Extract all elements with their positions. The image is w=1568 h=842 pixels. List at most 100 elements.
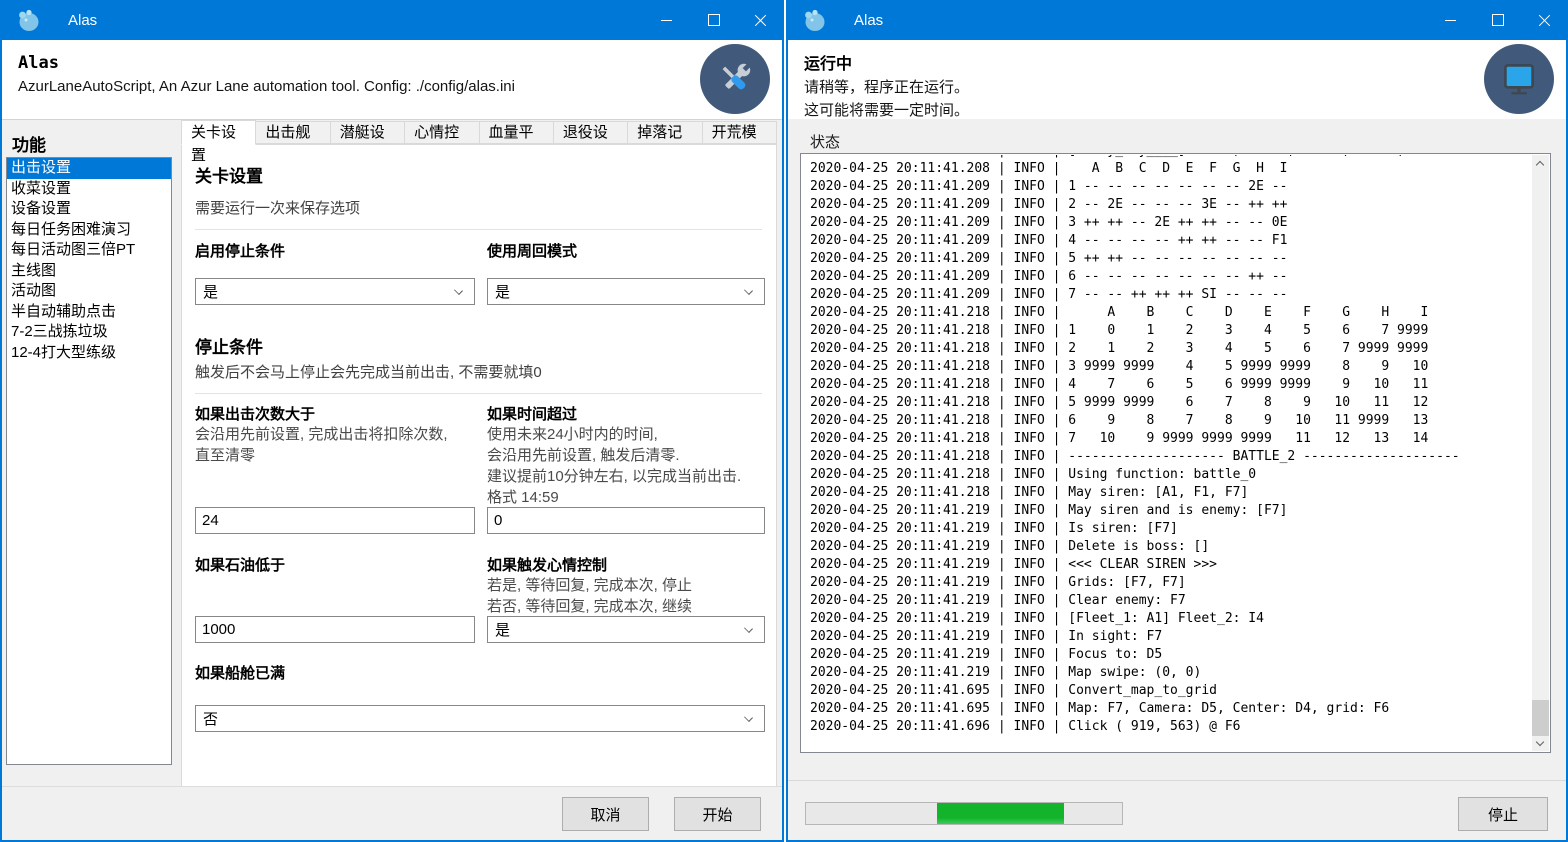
sidebar-item-harvest-settings[interactable]: 收菜设置 — [7, 179, 171, 200]
if-oil-label: 如果石油低于 — [195, 554, 285, 575]
tools-badge — [700, 44, 770, 114]
scroll-up-button[interactable] — [1532, 155, 1549, 172]
tab-drop-record[interactable]: 掉落记录 — [628, 121, 702, 144]
cancel-button[interactable]: 取消 — [562, 797, 649, 831]
if-emotion-value: 是 — [495, 619, 510, 640]
function-listbox: 出击设置 收菜设置 设备设置 每日任务困难演习 每日活动图三倍PT 主线图 活动… — [6, 157, 172, 765]
if-emotion-desc-2: 若否, 等待回复, 完成本次, 继续 — [487, 597, 692, 618]
close-icon — [754, 14, 767, 27]
enable-stop-value: 是 — [203, 281, 218, 302]
tab-stage-settings[interactable]: 关卡设置 — [181, 120, 256, 145]
close-button[interactable] — [737, 0, 784, 40]
maximize-icon — [1492, 14, 1504, 26]
tab-submarine-settings[interactable]: 潜艇设置 — [331, 121, 405, 144]
run-header: 运行中 请稍等，程序正在运行。 这可能将需要一定时间。 — [788, 40, 1566, 120]
minimize-button[interactable] — [1427, 0, 1474, 40]
stop-condition-desc: 触发后不会马上停止会先完成当前出击, 不需要就填0 — [195, 361, 542, 382]
maximize-button[interactable] — [690, 0, 737, 40]
enable-stop-select[interactable]: 是 — [195, 278, 475, 305]
if-time-desc-2: 会沿用先前设置, 触发后清零. — [487, 446, 680, 467]
window-title: Alas — [854, 12, 883, 29]
titlebar: Alas — [0, 0, 784, 40]
maximize-button[interactable] — [1474, 0, 1521, 40]
if-emotion-desc-1: 若是, 等待回复, 完成本次, 停止 — [487, 576, 692, 597]
left-footer: 取消 开始 — [2, 786, 782, 840]
alas-logo-icon — [802, 8, 828, 32]
if-time-desc-4: 格式 14:59 — [487, 488, 559, 509]
log-scrollbar[interactable] — [1532, 155, 1549, 751]
run-status-title: 运行中 — [788, 40, 1566, 74]
log-text: 2020-04-25 20:11:41.208 | INFO | [enemy_… — [810, 155, 1532, 736]
monitor-icon — [1498, 58, 1540, 100]
sidebar-item-sortie-settings[interactable]: 出击设置 — [7, 158, 171, 179]
titlebar: Alas — [786, 0, 1568, 40]
desktop: Alas Alas AzurLaneAutoScript, An Azur La… — [0, 0, 1568, 842]
window-controls — [643, 0, 784, 40]
alas-config-window: Alas Alas AzurLaneAutoScript, An Azur La… — [0, 0, 784, 842]
chevron-down-icon — [455, 287, 463, 295]
if-oil-input[interactable] — [195, 616, 475, 643]
tab-hp-balance[interactable]: 血量平衡 — [480, 121, 554, 144]
cycle-mode-select[interactable]: 是 — [487, 278, 765, 305]
if-dock-full-label: 如果船舱已满 — [195, 662, 285, 683]
if-count-desc-2: 直至清零 — [195, 446, 255, 467]
tab-pioneer-mode[interactable]: 开荒模式 — [703, 121, 777, 144]
window-controls — [1427, 0, 1568, 40]
stop-condition-heading: 停止条件 — [195, 333, 263, 358]
alas-logo-icon — [16, 8, 42, 32]
maximize-icon — [708, 14, 720, 26]
form-heading-desc: 需要运行一次来保存选项 — [195, 197, 360, 218]
window-title: Alas — [68, 12, 97, 29]
if-time-desc-3: 建议提前10分钟左右, 以完成当前出击. — [487, 467, 741, 488]
app-title: Alas — [2, 40, 782, 73]
log-output: 2020-04-25 20:11:41.208 | INFO | [enemy_… — [800, 153, 1551, 753]
sidebar-item-daily-hard-exercise[interactable]: 每日任务困难演习 — [7, 220, 171, 241]
chevron-down-icon — [745, 714, 753, 722]
start-button[interactable]: 开始 — [674, 797, 761, 831]
enable-stop-label: 启用停止条件 — [195, 240, 285, 261]
monitor-badge — [1484, 44, 1554, 114]
sidebar-item-daily-event-3x-pt[interactable]: 每日活动图三倍PT — [7, 240, 171, 261]
run-body: 状态 2020-04-25 20:11:41.208 | INFO | [ene… — [788, 119, 1566, 840]
app-header: Alas AzurLaneAutoScript, An Azur Lane au… — [2, 40, 782, 120]
if-time-label: 如果时间超过 — [487, 403, 577, 424]
app-subtitle: AzurLaneAutoScript, An Azur Lane automat… — [2, 73, 782, 95]
tab-mood-control[interactable]: 心情控制 — [405, 121, 479, 144]
tab-sortie-fleet[interactable]: 出击舰队 — [256, 121, 330, 144]
sidebar-item-event-map[interactable]: 活动图 — [7, 281, 171, 302]
if-dock-full-select[interactable]: 否 — [195, 705, 765, 732]
run-status-line-2: 这可能将需要一定时间。 — [788, 97, 1566, 120]
if-time-desc-1: 使用未来24小时内的时间, — [487, 425, 658, 446]
alas-running-window: Alas 运行中 请稍等，程序正在运行。 这可能将需要一定时间。 状态 — [786, 0, 1568, 842]
scroll-thumb[interactable] — [1532, 700, 1549, 736]
chevron-down-icon — [1537, 739, 1544, 746]
divider — [195, 393, 762, 394]
if-emotion-select[interactable]: 是 — [487, 616, 765, 643]
tab-retire-settings[interactable]: 退役设置 — [554, 121, 628, 144]
progress-bar — [805, 802, 1123, 825]
if-count-input[interactable] — [195, 507, 475, 534]
progress-indicator — [937, 803, 1064, 824]
minimize-icon — [661, 20, 672, 21]
tab-row: 关卡设置 出击舰队 潜艇设置 心情控制 血量平衡 退役设置 掉落记录 开荒模式 — [181, 121, 777, 144]
close-button[interactable] — [1521, 0, 1568, 40]
minimize-button[interactable] — [643, 0, 690, 40]
sidebar-item-7-2-scrap[interactable]: 7-2三战拣垃圾 — [7, 322, 171, 343]
right-footer: 停止 — [788, 780, 1566, 840]
sidebar-heading: 功能 — [12, 131, 46, 156]
if-count-desc-1: 会沿用先前设置, 完成出击将扣除次数, — [195, 425, 448, 446]
if-time-input[interactable] — [487, 507, 765, 534]
chevron-down-icon — [745, 287, 753, 295]
scroll-down-button[interactable] — [1532, 734, 1549, 751]
divider — [195, 229, 762, 230]
cycle-mode-value: 是 — [495, 281, 510, 302]
stop-button[interactable]: 停止 — [1458, 797, 1548, 831]
sidebar-item-12-4-leveling[interactable]: 12-4打大型练级 — [7, 343, 171, 364]
status-label: 状态 — [810, 131, 840, 152]
sidebar-item-semi-auto-assist[interactable]: 半自动辅助点击 — [7, 302, 171, 323]
if-emotion-label: 如果触发心情控制 — [487, 554, 607, 575]
settings-notebook: 关卡设置 出击舰队 潜艇设置 心情控制 血量平衡 退役设置 掉落记录 开荒模式 … — [181, 121, 777, 787]
sidebar-item-main-map[interactable]: 主线图 — [7, 261, 171, 282]
sidebar-item-device-settings[interactable]: 设备设置 — [7, 199, 171, 220]
main-area: 功能 出击设置 收菜设置 设备设置 每日任务困难演习 每日活动图三倍PT 主线图… — [2, 120, 782, 787]
